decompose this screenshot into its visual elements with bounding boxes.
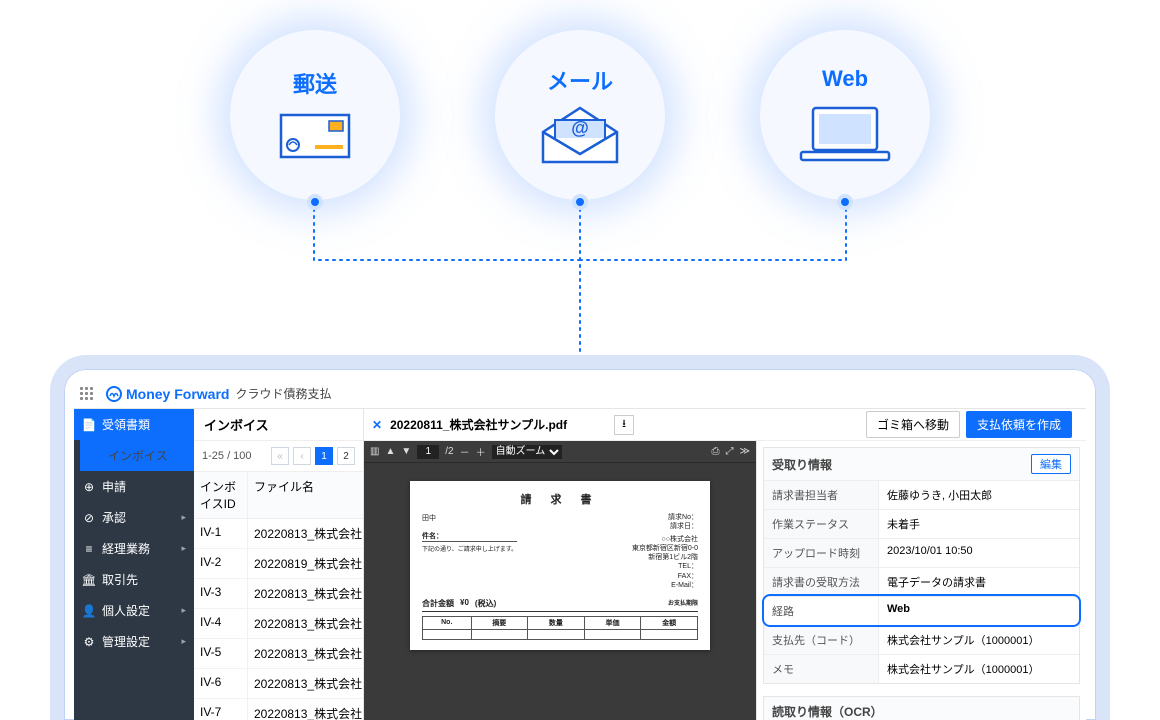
zoom-select[interactable]: 自動ズーム [492, 445, 562, 459]
method-postal: 郵送 [230, 30, 400, 200]
detail-row: 請求書担当者佐藤ゆうき, 小田太郎 [764, 480, 1079, 509]
table-row[interactable]: IV-220220819_株式会社 [194, 549, 363, 579]
table-row[interactable]: IV-620220813_株式会社 [194, 669, 363, 699]
section-receive-title: 受取り情報 [772, 456, 832, 473]
detail-row: アップロード時刻2023/10/01 10:50 [764, 538, 1079, 567]
laptop-icon [797, 102, 893, 164]
pager-page-2[interactable]: 2 [337, 447, 355, 465]
sidebar-item-clients[interactable]: 🏛 取引先 [74, 564, 194, 595]
chevron-right-icon: ▸ [181, 512, 186, 523]
device-frame: Money Forward クラウド債務支払 📄 受領書類 インボイス ⊕ 申請 [50, 355, 1110, 720]
postal-icon [275, 109, 355, 164]
brand-logo: Money Forward [106, 386, 229, 402]
sidebar-item-invoice[interactable]: インボイス [80, 440, 194, 471]
viewer-filename: 20220811_株式会社サンプル.pdf [390, 416, 606, 433]
pdf-viewer: ▥ ▲▼ /2 －＋ 自動ズーム ⎙⤢≫ 請 求 書 [364, 441, 756, 720]
detail-row: メモ株式会社サンプル（1000001） [764, 654, 1079, 683]
table-row[interactable]: IV-520220813_株式会社 [194, 639, 363, 669]
invoice-list-panel: インボイス 1-25 / 100 « ‹ 1 2 インボイスID ファイル名 I… [194, 409, 364, 720]
sidebar-toggle-icon[interactable]: ▥ [370, 446, 379, 457]
download-icon[interactable]: ⭳ [614, 415, 634, 435]
chevron-right-icon: ▸ [181, 636, 186, 647]
sidebar-item-approve[interactable]: ⊘ 承認 ▸ [74, 502, 194, 533]
pager-page-1[interactable]: 1 [315, 447, 333, 465]
section-ocr-title: 読取り情報（OCR） [772, 703, 883, 720]
move-to-trash-button[interactable]: ゴミ箱へ移動 [866, 411, 960, 438]
sidebar-item-apply[interactable]: ⊕ 申請 [74, 471, 194, 502]
check-icon: ⊘ [82, 511, 96, 525]
detail-panel: 受取り情報 編集 請求書担当者佐藤ゆうき, 小田太郎作業ステータス未着手アップロ… [756, 441, 1086, 720]
detail-row: 請求書の受取方法電子データの請求書 [764, 567, 1079, 596]
email-icon: @ [537, 106, 623, 166]
bank-icon: 🏛 [82, 573, 96, 587]
table-row[interactable]: IV-720220813_株式会社 [194, 699, 363, 720]
detail-row: 支払先（コード）株式会社サンプル（1000001） [764, 625, 1079, 654]
detail-row: 経路Web [764, 596, 1079, 625]
email-label: メール [547, 64, 613, 96]
plus-icon: ⊕ [82, 480, 96, 494]
list-icon: ≡ [82, 542, 96, 556]
product-name: クラウド債務支払 [235, 385, 331, 402]
table-row[interactable]: IV-320220813_株式会社 [194, 579, 363, 609]
method-web: Web [760, 30, 930, 200]
viewer-header: ✕ 20220811_株式会社サンプル.pdf ⭳ ゴミ箱へ移動 支払依頼を作成 [364, 409, 1086, 441]
create-payment-button[interactable]: 支払依頼を作成 [966, 411, 1072, 438]
close-icon[interactable]: ✕ [372, 418, 382, 432]
postal-label: 郵送 [293, 67, 337, 99]
edit-button[interactable]: 編集 [1031, 454, 1071, 474]
svg-text:@: @ [571, 118, 589, 138]
method-email: メール @ [495, 30, 665, 200]
pdf-toolbar: ▥ ▲▼ /2 －＋ 自動ズーム ⎙⤢≫ [364, 441, 756, 463]
pager-prev[interactable]: ‹ [293, 447, 311, 465]
list-title: インボイス [194, 409, 363, 441]
sidebar-item-admin[interactable]: ⚙ 管理設定 ▸ [74, 626, 194, 657]
gear-icon: ⚙ [82, 635, 96, 649]
page-input[interactable] [417, 445, 439, 459]
doc-icon: 📄 [82, 418, 96, 432]
sidebar-item-personal[interactable]: 👤 個人設定 ▸ [74, 595, 194, 626]
detail-row: 作業ステータス未着手 [764, 509, 1079, 538]
sidebar-item-received[interactable]: 📄 受領書類 [74, 409, 194, 440]
pager-count: 1-25 / 100 [202, 450, 267, 462]
chevron-right-icon: ▸ [181, 605, 186, 616]
sidebar: 📄 受領書類 インボイス ⊕ 申請 ⊘ 承認 ▸ ≡ [74, 409, 194, 720]
invoice-page: 請 求 書 田中 件名： 下記の通り、ご請求申し上げます。 請求No： [410, 481, 710, 650]
pager-first[interactable]: « [271, 447, 289, 465]
chevron-right-icon: ▸ [181, 543, 186, 554]
user-icon: 👤 [82, 604, 96, 618]
table-row[interactable]: IV-420220813_株式会社 [194, 609, 363, 639]
sidebar-item-accounting[interactable]: ≡ 経理業務 ▸ [74, 533, 194, 564]
web-label: Web [822, 66, 868, 92]
app-header: Money Forward クラウド債務支払 [74, 379, 1086, 409]
list-header: インボイスID ファイル名 [194, 471, 363, 519]
table-row[interactable]: IV-120220813_株式会社 [194, 519, 363, 549]
app-launcher-icon[interactable] [80, 384, 100, 404]
